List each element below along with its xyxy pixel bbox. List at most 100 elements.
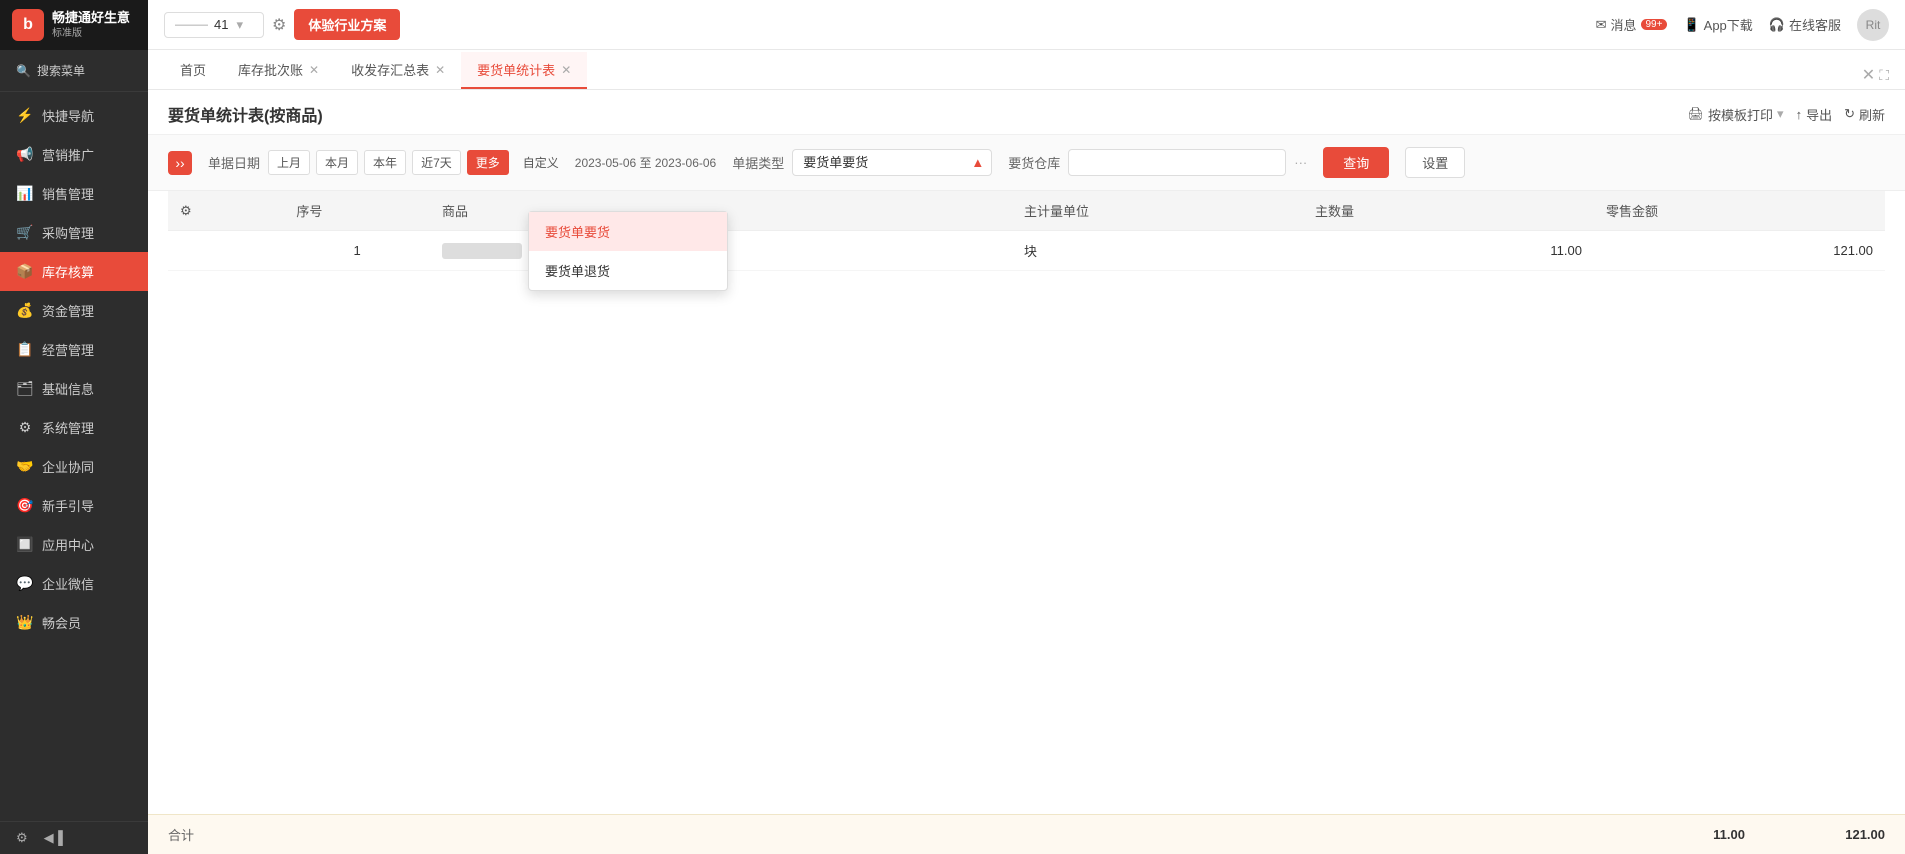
sidebar-item-finance[interactable]: 💰 资金管理 — [0, 291, 148, 330]
table-row: 1 块 11.00 121.00 — [168, 231, 1885, 271]
custom-date-btn[interactable]: 自定义 — [515, 151, 567, 174]
type-select-wrap: 要货单要货 要货单退货 ▲ — [792, 149, 992, 176]
row-settings — [168, 231, 284, 271]
sidebar-item-operation[interactable]: 📋 经营管理 — [0, 330, 148, 369]
purchase-icon: 🛒 — [16, 224, 34, 242]
row-qty: 11.00 — [1303, 231, 1594, 271]
chevron-down-icon: ▾ — [1777, 106, 1784, 122]
sidebar-item-member[interactable]: 👑 畅会员 — [0, 603, 148, 642]
tab-home[interactable]: 首页 — [164, 52, 222, 89]
finance-icon: 💰 — [16, 302, 34, 320]
sidebar-item-wechat[interactable]: 💬 企业微信 — [0, 564, 148, 603]
query-button[interactable]: 查询 — [1323, 147, 1389, 178]
warehouse-more-icon[interactable]: ··· — [1294, 155, 1307, 170]
messages-button[interactable]: ✉ 消息 99+ — [1596, 15, 1668, 34]
main-area: ——— 41 ▾ ⚙ 体验行业方案 ✉ 消息 99+ 📱 App下载 🎧 在线客… — [148, 0, 1905, 854]
quick-nav-icon: ⚡ — [16, 107, 34, 125]
sidebar-nav: ⚡ 快捷导航 📢 营销推广 📊 销售管理 🛒 采购管理 📦 库存核算 💰 资金管… — [0, 92, 148, 821]
topbar: ——— 41 ▾ ⚙ 体验行业方案 ✉ 消息 99+ 📱 App下载 🎧 在线客… — [148, 0, 1905, 50]
more-dates-btn[interactable]: 更多 — [467, 150, 509, 175]
total-label: 合计 — [168, 825, 194, 844]
sidebar-item-system[interactable]: ⚙ 系统管理 — [0, 408, 148, 447]
close-order-summary-tab[interactable]: ✕ — [561, 64, 571, 76]
print-button[interactable]: 🖨 按模板打印 ▾ — [1688, 105, 1784, 124]
this-year-btn[interactable]: 本年 — [364, 150, 406, 175]
sidebar-item-quick-nav[interactable]: ⚡ 快捷导航 — [0, 96, 148, 135]
close-all-tabs-icon[interactable]: ✕ — [1862, 65, 1875, 85]
trial-button[interactable]: 体验行业方案 — [294, 9, 400, 40]
system-icon: ⚙ — [16, 419, 34, 437]
set-button[interactable]: 设置 — [1405, 147, 1465, 178]
sidebar-item-inventory[interactable]: 📦 库存核算 — [0, 252, 148, 291]
refresh-button[interactable]: ↻ 刷新 — [1844, 105, 1885, 124]
online-service-button[interactable]: 🎧 在线客服 — [1769, 15, 1841, 34]
topbar-left: ——— 41 ▾ ⚙ 体验行业方案 — [164, 9, 1586, 40]
marketing-icon: 📢 — [16, 146, 34, 164]
sales-icon: 📊 — [16, 185, 34, 203]
date-filter-group: 单据日期 上月 本月 本年 近7天 更多 自定义 2023-05-06 至 20… — [208, 150, 716, 175]
wechat-icon: 💬 — [16, 575, 34, 593]
col-no-header: 序号 — [284, 191, 430, 231]
sidebar-item-basic[interactable]: 🗂 基础信息 — [0, 369, 148, 408]
operation-icon: 📋 — [16, 341, 34, 359]
row-amount: 121.00 — [1594, 231, 1885, 271]
type-select[interactable]: 要货单要货 要货单退货 — [792, 149, 992, 176]
topbar-settings-icon[interactable]: ⚙ — [272, 15, 286, 35]
row-unit: 块 — [1012, 231, 1303, 271]
col-unit-header: 主计量单位 — [1012, 191, 1303, 231]
table-header: ⚙ 序号 商品 主计量单位 主数量 零售金额 — [168, 191, 1885, 231]
tabs-actions: ✕ ⛶ — [1862, 65, 1889, 89]
col-amount-header: 零售金额 — [1594, 191, 1885, 231]
sidebar-item-marketing[interactable]: 📢 营销推广 — [0, 135, 148, 174]
this-month-btn[interactable]: 本月 — [316, 150, 358, 175]
close-inventory-batch-tab[interactable]: ✕ — [309, 64, 319, 76]
close-receive-summary-tab[interactable]: ✕ — [435, 64, 445, 76]
type-filter-group: 单据类型 要货单要货 要货单退货 ▲ — [732, 149, 992, 176]
app-download-button[interactable]: 📱 App下载 — [1683, 15, 1752, 34]
warehouse-input[interactable] — [1068, 149, 1286, 176]
col-settings-header[interactable]: ⚙ — [168, 191, 284, 231]
total-qty: 11.00 — [1665, 827, 1745, 842]
user-avatar[interactable]: Rit — [1857, 9, 1889, 41]
page-header: 要货单统计表(按商品) 🖨 按模板打印 ▾ ↑ 导出 ↻ 刷新 — [148, 90, 1905, 135]
export-icon: ↑ — [1796, 107, 1803, 122]
topbar-right: ✉ 消息 99+ 📱 App下载 🎧 在线客服 Rit — [1596, 9, 1889, 41]
sidebar-search-area[interactable]: 🔍 搜索菜单 — [0, 50, 148, 92]
tab-inventory-batch[interactable]: 库存批次账 ✕ — [222, 52, 335, 89]
print-icon: 🖨 — [1688, 106, 1705, 122]
dropdown-item-yaohuo[interactable]: 要货单要货 — [529, 212, 727, 251]
sidebar-item-purchase[interactable]: 🛒 采购管理 — [0, 213, 148, 252]
store-selector[interactable]: ——— 41 ▾ — [164, 12, 264, 38]
total-amount: 121.00 — [1805, 827, 1885, 842]
app-logo-icon: b — [12, 9, 44, 41]
table-body: 1 块 11.00 121.00 — [168, 231, 1885, 271]
phone-icon: 📱 — [1683, 17, 1699, 33]
sidebar-item-sales[interactable]: 📊 销售管理 — [0, 174, 148, 213]
dropdown-item-tuihuo[interactable]: 要货单退货 — [529, 251, 727, 290]
guide-icon: 🎯 — [16, 497, 34, 515]
row-no: 1 — [284, 231, 430, 271]
sidebar-item-appstore[interactable]: 🔲 应用中心 — [0, 525, 148, 564]
settings-icon[interactable]: ⚙ — [16, 830, 28, 846]
sidebar-item-guide[interactable]: 🎯 新手引导 — [0, 486, 148, 525]
collapse-sidebar-button[interactable]: ◀▐ — [44, 830, 63, 846]
last-7-days-btn[interactable]: 近7天 — [412, 150, 461, 175]
last-month-btn[interactable]: 上月 — [268, 150, 310, 175]
page-actions: 🖨 按模板打印 ▾ ↑ 导出 ↻ 刷新 — [1688, 105, 1886, 124]
page-title: 要货单统计表(按商品) — [168, 102, 323, 126]
type-filter-label: 单据类型 — [732, 153, 784, 172]
export-button[interactable]: ↑ 导出 — [1796, 105, 1833, 124]
search-menu-button[interactable]: 🔍 搜索菜单 — [10, 58, 138, 83]
settings-icon: ⚙ — [180, 203, 192, 218]
appstore-icon: 🔲 — [16, 536, 34, 554]
tab-order-summary[interactable]: 要货单统计表 ✕ — [461, 52, 587, 89]
sidebar-item-enterprise[interactable]: 🤝 企业协同 — [0, 447, 148, 486]
logo-text: 畅捷通好生意 标准版 — [52, 10, 130, 40]
date-range-text: 2023-05-06 至 2023-06-06 — [575, 154, 716, 171]
enterprise-icon: 🤝 — [16, 458, 34, 476]
maximize-icon[interactable]: ⛶ — [1879, 67, 1889, 84]
table-footer: 合计 11.00 121.00 — [148, 814, 1905, 854]
warehouse-filter-label: 要货仓库 — [1008, 153, 1060, 172]
filter-expand-button[interactable]: ›› — [168, 151, 192, 175]
tab-receive-summary[interactable]: 收发存汇总表 ✕ — [335, 52, 461, 89]
